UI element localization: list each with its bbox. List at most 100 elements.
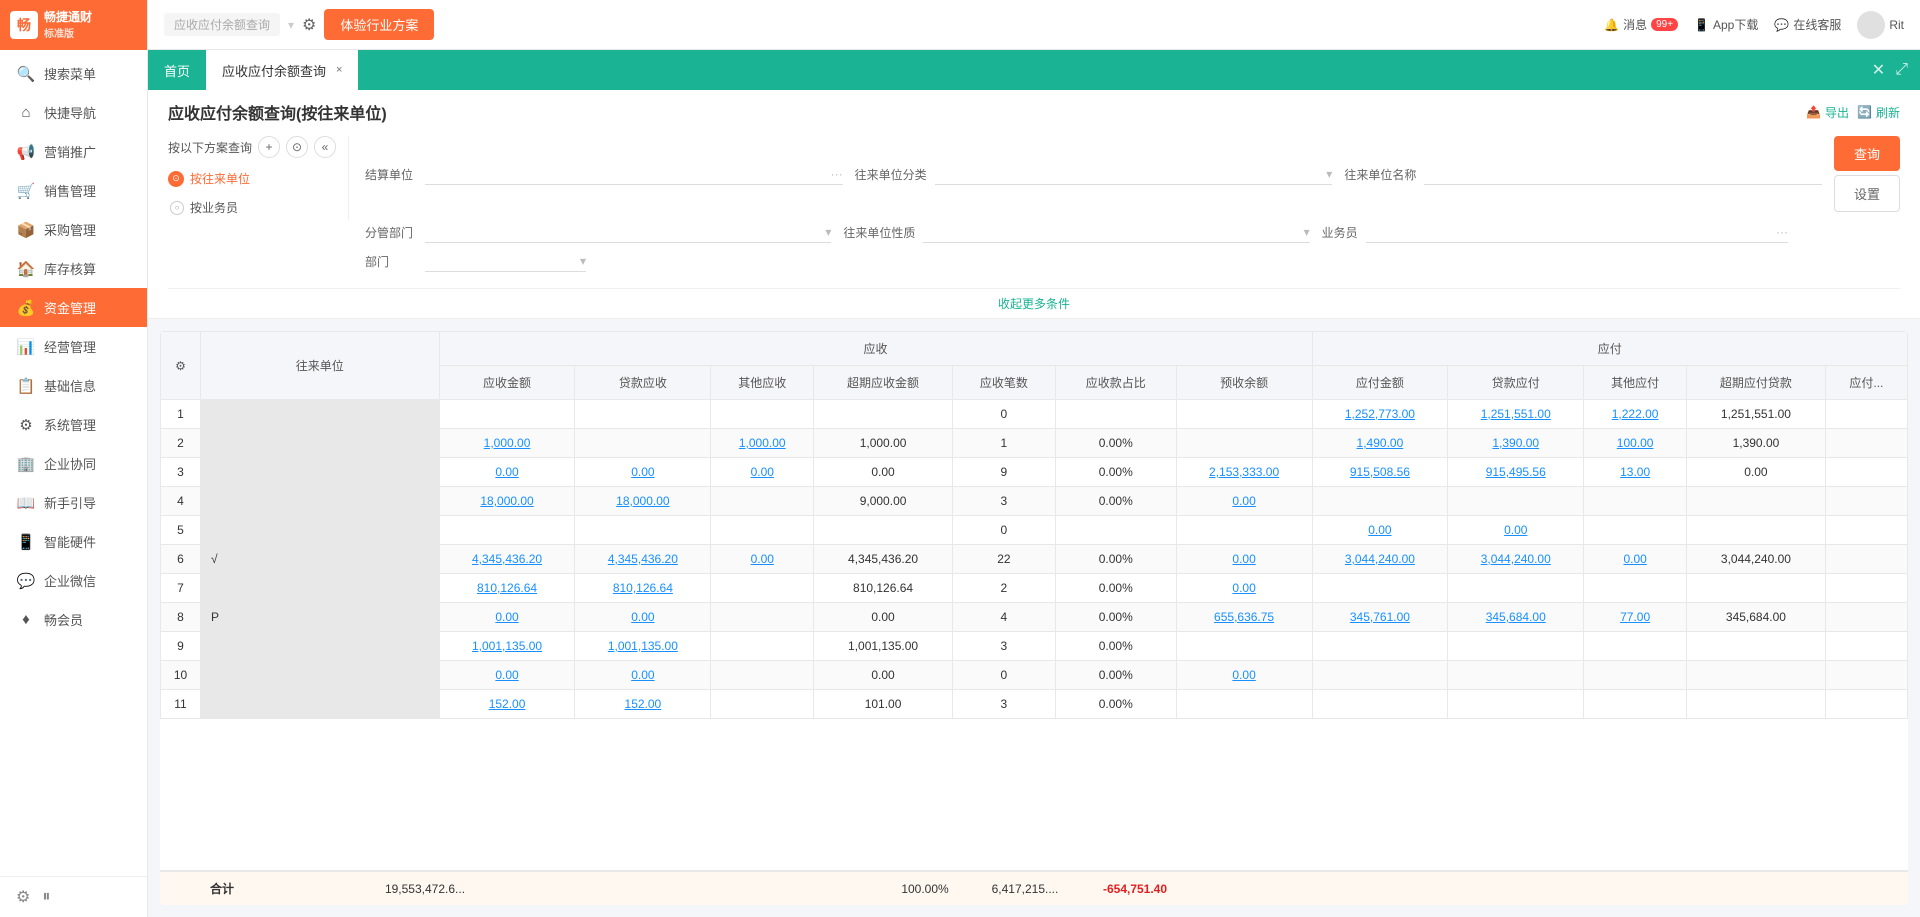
table-cell[interactable]: 810,126.64 [439,574,575,603]
table-cell[interactable]: 345,684.00 [1448,603,1584,632]
sidebar-item-finance[interactable]: 💰资金管理 [0,288,147,327]
sidebar-item-inventory[interactable]: 🏠库存核算 [0,249,147,288]
table-cell[interactable]: 1,252,773.00 [1312,400,1448,429]
table-cell[interactable]: 0.00 [439,661,575,690]
refresh-button[interactable]: 🔄 刷新 [1857,104,1900,121]
table-cell-partner: √ [201,545,440,574]
table-cell[interactable]: 0.00 [711,545,814,574]
table-cell[interactable]: 4,345,436.20 [439,545,575,574]
partner-name-wrap[interactable] [1424,164,1822,185]
dept-input[interactable] [425,254,580,268]
salesperson-wrap[interactable]: ··· [1366,222,1788,243]
sidebar-item-enterprise[interactable]: 🏢企业协同 [0,444,147,483]
table-cell[interactable]: 1,001,135.00 [439,632,575,661]
sidebar-item-hardware[interactable]: 📱智能硬件 [0,522,147,561]
setting-button[interactable]: 设置 [1834,175,1900,212]
sidebar-item-nav[interactable]: ⌂快捷导航 [0,93,147,132]
table-cell[interactable]: 152.00 [575,690,711,719]
tab-close-icon[interactable]: × [336,64,342,76]
online-service-item[interactable]: 💬 在线客服 [1774,16,1841,33]
dept-head-wrap[interactable]: ▾ [425,222,831,243]
partner-nature-wrap[interactable]: ▾ [923,222,1309,243]
sidebar-item-operations[interactable]: 📊经营管理 [0,327,147,366]
promo-button[interactable]: 体验行业方案 [324,9,434,40]
table-cell[interactable]: 152.00 [439,690,575,719]
table-cell[interactable]: 0.00 [1176,661,1312,690]
notice-item[interactable]: 🔔 消息 99+ [1604,16,1678,33]
table-cell[interactable]: 1,490.00 [1312,429,1448,458]
header-gear-icon[interactable]: ⚙ [302,15,316,35]
scheme-settings-btn[interactable]: ⊙ [286,136,308,158]
table-cell[interactable]: 3,044,240.00 [1448,545,1584,574]
table-cell [1448,487,1584,516]
partner-nature-input[interactable] [923,225,1303,239]
tab-home[interactable]: 首页 [148,50,206,90]
sidebar-item-member[interactable]: ♦畅会员 [0,600,147,639]
sidebar-item-basic[interactable]: 📋基础信息 [0,366,147,405]
sidebar-item-sales[interactable]: 🛒销售管理 [0,171,147,210]
table-cell[interactable]: 2,153,333.00 [1176,458,1312,487]
tab-window-close-icon[interactable]: ✕ [1872,60,1885,80]
table-cell[interactable]: 655,636.75 [1176,603,1312,632]
table-cell[interactable]: 1,251,551.00 [1448,400,1584,429]
table-cell[interactable]: 0.00 [439,603,575,632]
table-cell[interactable]: 0.00 [1176,545,1312,574]
user-item[interactable]: Rit [1857,11,1904,39]
sidebar-item-search[interactable]: 🔍搜索菜单 [0,54,147,93]
partner-name-input[interactable] [1424,167,1822,181]
table-cell[interactable]: 915,495.56 [1448,458,1584,487]
table-cell[interactable]: 0.00 [1312,516,1448,545]
export-button[interactable]: 📤 导出 [1806,104,1849,121]
settlement-input[interactable] [425,167,831,181]
table-cell[interactable]: 1,000.00 [439,429,575,458]
table-cell[interactable]: 0.00 [575,661,711,690]
table-cell[interactable]: 0.00 [1176,574,1312,603]
table-cell[interactable]: 1,222.00 [1584,400,1687,429]
th-settings[interactable]: ⚙ [161,332,201,400]
table-cell[interactable]: 18,000.00 [439,487,575,516]
table-cell[interactable]: 0.00 [575,458,711,487]
salesperson-input[interactable] [1366,225,1776,239]
table-cell[interactable]: 0.00 [575,603,711,632]
table-cell[interactable]: 0.00 [1448,516,1584,545]
table-cell[interactable]: 100.00 [1584,429,1687,458]
table-cell[interactable]: 0.00 [711,458,814,487]
scheme-staff[interactable]: ○ 按业务员 [168,195,336,220]
dept-head-input[interactable] [425,225,825,239]
query-button[interactable]: 查询 [1834,136,1900,171]
table-cell[interactable]: 3,044,240.00 [1312,545,1448,574]
table-cell[interactable]: 77.00 [1584,603,1687,632]
sidebar-item-system[interactable]: ⚙系统管理 [0,405,147,444]
collapse-icon[interactable]: ⏸ [42,888,50,906]
sidebar-item-wechat[interactable]: 💬企业微信 [0,561,147,600]
settlement-input-wrap[interactable]: ··· [425,164,843,185]
scheme-unit[interactable]: ⊙ 按往来单位 [168,166,336,191]
add-scheme-btn[interactable]: + [258,136,280,158]
app-download-item[interactable]: 📱 App下载 [1694,16,1758,33]
table-settings-icon[interactable]: ⚙ [175,359,186,373]
table-cell[interactable]: 0.00 [1176,487,1312,516]
table-cell[interactable]: 0.00 [439,458,575,487]
table-cell[interactable]: 345,761.00 [1312,603,1448,632]
collapse-button[interactable]: 收起更多条件 [998,295,1070,312]
table-cell[interactable]: 810,126.64 [575,574,711,603]
sidebar-item-purchase[interactable]: 📦采购管理 [0,210,147,249]
table-cell[interactable]: 18,000.00 [575,487,711,516]
data-table-wrap[interactable]: ⚙ 往来单位 应收 应付 应收金额 贷款应收 其他应收 超期应收金额 [160,331,1908,870]
sidebar-item-marketing[interactable]: 📢营销推广 [0,132,147,171]
partner-cat-input[interactable] [935,167,1327,181]
table-cell[interactable]: 0.00 [1584,545,1687,574]
table-cell[interactable]: 915,508.56 [1312,458,1448,487]
tab-current[interactable]: 应收应付余额查询 × [206,50,358,90]
table-cell[interactable]: 1,390.00 [1448,429,1584,458]
tab-expand-icon[interactable]: ⤢ [1895,61,1908,79]
table-cell[interactable]: 1,001,135.00 [575,632,711,661]
dept-wrap[interactable]: ▾ [425,251,586,272]
scheme-collapse-btn[interactable]: « [314,136,336,158]
partner-cat-wrap[interactable]: ▾ [935,164,1333,185]
table-cell[interactable]: 4,345,436.20 [575,545,711,574]
sidebar-item-guide[interactable]: 📖新手引导 [0,483,147,522]
settings-icon[interactable]: ⚙ [16,887,30,907]
table-cell[interactable]: 13.00 [1584,458,1687,487]
table-cell[interactable]: 1,000.00 [711,429,814,458]
